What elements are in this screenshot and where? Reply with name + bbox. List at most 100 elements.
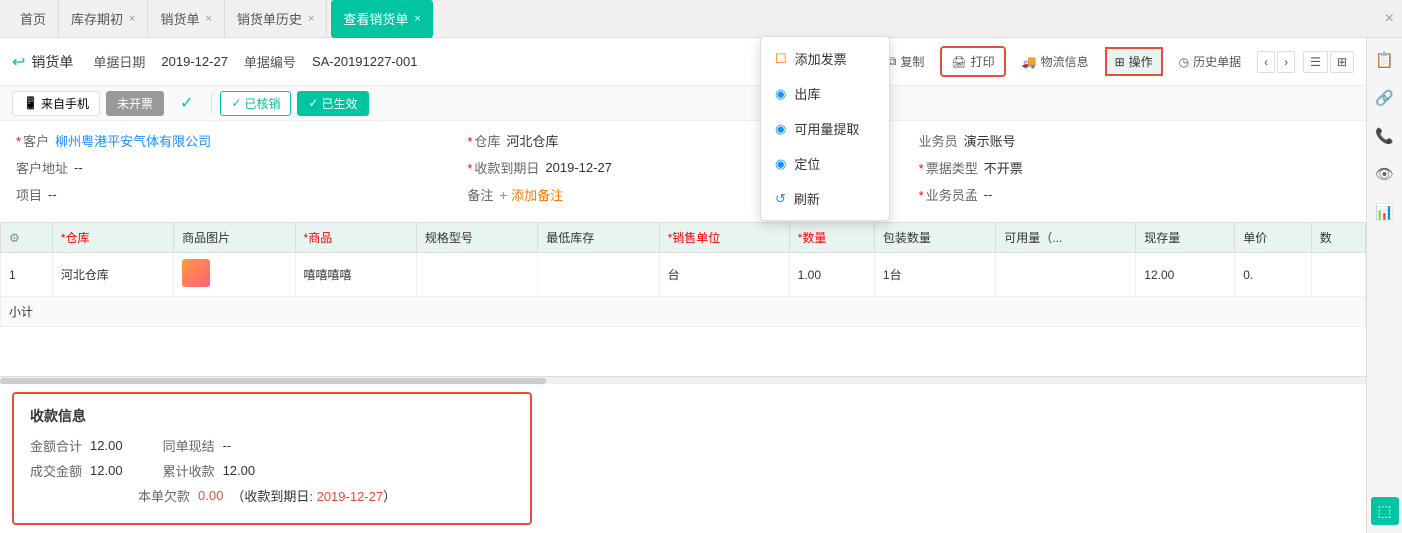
sidebar-expand-icon[interactable]: ⬚ (1371, 497, 1399, 525)
horizontal-scrollbar[interactable] (0, 376, 1366, 384)
payment-date-value: 2019-12-27 (545, 160, 612, 175)
col-required-quantity: *数量 (789, 223, 874, 253)
row-product-image (174, 253, 295, 297)
sidebar-chart-icon[interactable]: 📊 (1371, 198, 1399, 226)
prev-button[interactable]: ‹ (1257, 51, 1275, 73)
tab-view-sales[interactable]: 查看销货单 × (331, 0, 432, 38)
print-highlight-box: 🖨 打印 (940, 46, 1005, 77)
grid-view-button[interactable]: ⊞ (1330, 51, 1354, 73)
staff-value: 演示账号 (964, 131, 1016, 150)
dropdown-item-add-invoice[interactable]: ☐ 添加发票 (761, 41, 889, 76)
dropdown-item-refresh[interactable]: ↺ 刷新 (761, 181, 889, 216)
truck-icon: 🚚 (1022, 55, 1037, 69)
doc-number-label: 单据编号 (244, 52, 296, 71)
add-invoice-icon: ☐ (775, 51, 787, 67)
logistics-button[interactable]: 🚚 物流信息 (1014, 49, 1097, 74)
check-circle-icon: ✓ (231, 96, 241, 110)
payment-info-section: 收款信息 金额合计 12.00 同单现结 -- 成交金额 (12, 392, 532, 525)
tab-view-sales-close[interactable]: × (414, 13, 420, 25)
row-package-qty: 1台 (874, 253, 995, 297)
product-image (182, 259, 210, 287)
payment-row-1: 金额合计 12.00 同单现结 -- (30, 436, 514, 455)
row-product: 嘻嘻嘻嘻 (295, 253, 416, 297)
col-spec: 规格型号 (416, 223, 537, 253)
dropdown-item-locate[interactable]: ◉ 定位 (761, 146, 889, 181)
row-spec (416, 253, 537, 297)
col-required-sales-unit: *销售单位 (659, 223, 789, 253)
next-button[interactable]: › (1277, 51, 1295, 73)
scrollbar-thumb[interactable] (0, 378, 546, 384)
col-available: 可用量（... (996, 223, 1136, 253)
view-toggle: ☰ ⊞ (1303, 51, 1354, 73)
product-table: ⚙ *仓库 商品图片 *商品 规格型号 最低库存 *销售单位 *数量 包装数量 … (0, 222, 1366, 327)
row-current-stock: 12.00 (1136, 253, 1235, 297)
tab-bar: 首页 库存期初 × 销货单 × 销货单历史 × 查看销货单 × × (0, 0, 1402, 38)
list-view-button[interactable]: ☰ (1303, 51, 1328, 73)
row-unit-price: 0. (1235, 253, 1312, 297)
refresh-icon: ↺ (775, 191, 786, 207)
note-add[interactable]: + 添加备注 (499, 185, 563, 204)
row-amount (1311, 253, 1365, 297)
warehouse-value: 河北仓库 (506, 131, 558, 150)
col-product-image: 商品图片 (174, 223, 295, 253)
tab-inventory-init-close[interactable]: × (129, 13, 135, 25)
locate-icon: ◉ (775, 156, 786, 172)
cumulative-collection-value: 12.00 (223, 463, 256, 478)
table-row: 1 河北仓库 嘻嘻嘻嘻 台 1.00 1台 12 (1, 253, 1366, 297)
nav-arrows: ‹ › (1257, 51, 1295, 73)
subtotal-row: 小计 (1, 297, 1366, 327)
transaction-amount-value: 12.00 (90, 463, 123, 478)
address-label: 客户地址 (16, 158, 68, 177)
print-button[interactable]: 🖨 打印 (943, 49, 1002, 74)
dropdown-item-outbound[interactable]: ◉ 出库 (761, 76, 889, 111)
address-field: 客户地址 -- (16, 158, 447, 177)
tab-sales-history-close[interactable]: × (308, 13, 314, 25)
col-current-stock: 现存量 (1136, 223, 1235, 253)
already-effective-button[interactable]: ✓ 已生效 (297, 91, 368, 116)
dropdown-item-available-qty[interactable]: ◉ 可用量提取 (761, 111, 889, 146)
main-content: ↩ 销货单 单据日期 2019-12-27 单据编号 SA-20191227-0… (0, 38, 1366, 533)
doc-type-icon: ↩ (12, 52, 25, 72)
col-required-product: *商品 (295, 223, 416, 253)
phone-icon: 📱 (23, 96, 38, 110)
not-open-ticket-button[interactable]: 未开票 (106, 91, 164, 116)
check-solid-icon: ✓ (308, 96, 318, 110)
window-close-button[interactable]: × (1385, 10, 1394, 28)
staff-field: 业务员 演示账号 (919, 131, 1350, 150)
col-settings: ⚙ (1, 223, 53, 253)
cumulative-collection-item: 累计收款 12.00 (163, 461, 256, 480)
doc-number-value: SA-20191227-001 (312, 54, 418, 69)
tab-home[interactable]: 首页 (8, 0, 59, 38)
tab-inventory-init[interactable]: 库存期初 × (59, 0, 148, 38)
col-unit-price: 单价 (1235, 223, 1312, 253)
row-min-stock (538, 253, 659, 297)
settings-icon[interactable]: ⚙ (9, 231, 20, 245)
customer-value[interactable]: 柳州粤港平安气体有限公司 (55, 131, 211, 150)
operation-button[interactable]: ⊞ 操作 (1105, 47, 1163, 76)
sidebar-phone-icon[interactable]: 📞 (1371, 122, 1399, 150)
row-warehouse: 河北仓库 (52, 253, 173, 297)
sidebar-eye-icon[interactable]: 👁 (1371, 160, 1399, 188)
tab-sales-history[interactable]: 销货单历史 × (225, 0, 327, 38)
form-section: 客户 柳州粤港平安气体有限公司 仓库 河北仓库 业务员 演示账号 客户地址 (0, 121, 1366, 222)
from-phone-button[interactable]: 📱 来自手机 (12, 91, 100, 116)
row-available (996, 253, 1136, 297)
col-min-stock: 最低库存 (538, 223, 659, 253)
same-order-settlement-item: 同单现结 -- (163, 436, 232, 455)
address-value: -- (74, 160, 83, 175)
row-sales-unit: 台 (659, 253, 789, 297)
check-icon-button[interactable]: ✓ (170, 90, 203, 116)
already-cancelled-button[interactable]: ✓ 已核销 (220, 91, 291, 116)
sidebar-link-icon[interactable]: 🔗 (1371, 84, 1399, 112)
tab-sales-order[interactable]: 销货单 × (148, 0, 224, 38)
history-button[interactable]: ◷ 历史单据 (1171, 49, 1250, 74)
print-icon: 🖨 (951, 55, 966, 69)
right-sidebar: 📋 🔗 📞 👁 📊 ⬚ (1366, 38, 1402, 533)
same-order-settlement-value: -- (223, 438, 232, 453)
tab-sales-order-close[interactable]: × (205, 13, 211, 25)
invoice-type-label: 票据类型 (919, 158, 978, 177)
separator-1 (211, 93, 212, 113)
doc-title: ↩ 销货单 (12, 52, 73, 72)
invoice-type-value: 不开票 (984, 158, 1023, 177)
sidebar-doc-icon[interactable]: 📋 (1371, 46, 1399, 74)
